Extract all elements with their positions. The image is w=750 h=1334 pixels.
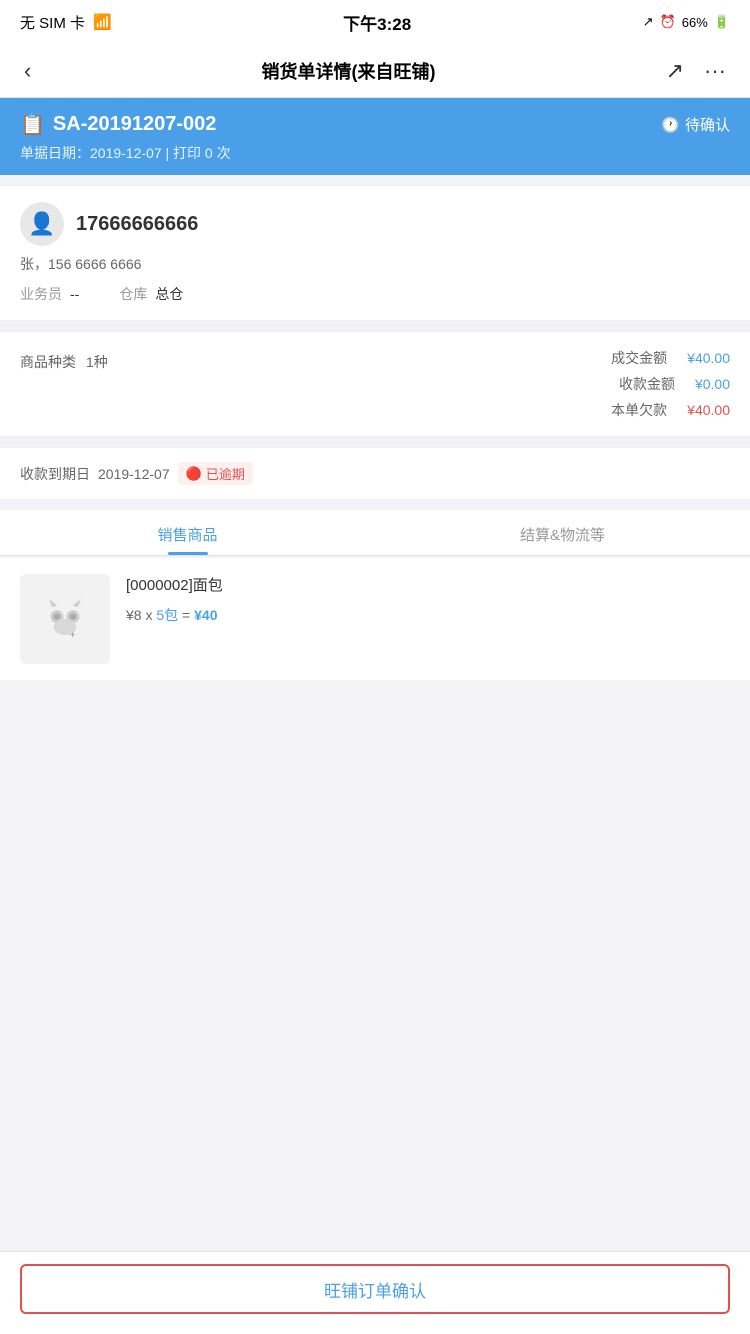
summary-right: 成交金额 ¥40.00 收款金额 ¥0.00 本单欠款 ¥40.00 (611, 348, 730, 420)
avatar-icon: 👤 (28, 211, 55, 237)
summary-left: 商品种类 1种 (20, 348, 108, 372)
salesman-meta: 业务员 -- (20, 284, 79, 304)
page-title: 销货单详情(来自旺铺) (39, 58, 657, 84)
price-text: ¥8 x (126, 607, 156, 623)
confirm-button-label: 旺铺订单确认 (324, 1277, 426, 1302)
customer-name: 张，156 6666 6666 (20, 254, 730, 274)
product-info: [0000002]面包 ¥8 x 5包 = ¥40 (126, 574, 730, 625)
deal-label: 成交金额 (611, 348, 667, 368)
product-image: + (20, 574, 110, 664)
order-icon: 📋 (20, 112, 45, 137)
warehouse-value: 总仓 (155, 284, 183, 304)
owed-value: ¥40.00 (687, 402, 730, 418)
tab-settlement-label: 结算&物流等 (520, 527, 605, 544)
alarm-icon: ⏰ (660, 14, 676, 30)
nav-right-icons: ↗ ··· (658, 50, 734, 92)
summary-row-owed: 本单欠款 ¥40.00 (611, 400, 730, 420)
owed-label: 本单欠款 (611, 400, 667, 420)
product-name: [0000002]面包 (126, 574, 730, 595)
due-section: 收款到期日 2019-12-07 🔴 已逾期 (0, 447, 750, 500)
order-banner-top: 📋 SA-20191207-002 🕐 待确认 (20, 112, 730, 137)
product-price: ¥8 x 5包 = ¥40 (126, 605, 730, 625)
status-right: ↗ ⏰ 66% 🔋 (643, 14, 730, 30)
confirm-btn-container: 旺铺订单确认 (0, 1251, 750, 1334)
summary-row-received: 收款金额 ¥0.00 (619, 374, 730, 394)
warehouse-meta: 仓库 总仓 (119, 284, 183, 304)
salesman-label: 业务员 (20, 284, 62, 304)
product-qty: 5包 (156, 607, 178, 623)
svg-text:+: + (70, 629, 76, 639)
received-value: ¥0.00 (695, 376, 730, 392)
confirm-button[interactable]: 旺铺订单确认 (20, 1264, 730, 1314)
overdue-text: 已逾期 (206, 464, 245, 483)
order-id: 📋 SA-20191207-002 (20, 112, 216, 137)
status-time: 下午3:28 (343, 10, 411, 35)
order-banner: 📋 SA-20191207-002 🕐 待确认 单据日期：2019-12-07 … (0, 98, 750, 175)
overdue-badge: 🔴 已逾期 (178, 462, 253, 485)
tab-settlement[interactable]: 结算&物流等 (375, 510, 750, 555)
status-bar: 无 SIM 卡 📶 下午3:28 ↗ ⏰ 66% 🔋 (0, 0, 750, 44)
location-icon: ↗ (643, 14, 654, 30)
status-clock-icon: 🕐 (661, 116, 680, 134)
deal-value: ¥40.00 (687, 350, 730, 366)
product-section: + [0000002]面包 ¥8 x 5包 = ¥40 (0, 558, 750, 680)
tab-products-label: 销售商品 (157, 527, 217, 544)
due-label: 收款到期日 (20, 464, 90, 484)
order-id-text: SA-20191207-002 (53, 113, 216, 136)
summary-row-deal: 成交金额 ¥40.00 (611, 348, 730, 368)
customer-phone: 17666666666 (76, 213, 198, 236)
status-left: 无 SIM 卡 📶 (20, 12, 112, 33)
more-button[interactable]: ··· (696, 50, 734, 92)
back-button[interactable]: ‹ (16, 50, 39, 92)
tabs-section: 销售商品 结算&物流等 (0, 510, 750, 556)
customer-meta: 业务员 -- 仓库 总仓 (20, 284, 730, 304)
share-button[interactable]: ↗ (658, 50, 692, 92)
order-date: 单据日期：2019-12-07 | 打印 0 次 (20, 143, 730, 163)
status-text: 待确认 (685, 114, 730, 135)
wifi-icon: 📶 (93, 13, 112, 31)
gray-area (0, 680, 750, 860)
due-date: 2019-12-07 (98, 466, 170, 482)
nav-bar: ‹ 销货单详情(来自旺铺) ↗ ··· (0, 44, 750, 98)
battery-label: 66% (682, 15, 708, 30)
battery-icon: 🔋 (714, 14, 730, 30)
salesman-value: -- (70, 286, 79, 302)
order-status: 🕐 待确认 (661, 114, 730, 135)
tab-products[interactable]: 销售商品 (0, 510, 375, 555)
customer-top: 👤 17666666666 (20, 202, 730, 246)
avatar: 👤 (20, 202, 64, 246)
warehouse-label: 仓库 (119, 284, 147, 304)
product-type-value: 1种 (86, 352, 108, 372)
overdue-icon: 🔴 (186, 466, 202, 482)
equals-text: = (178, 607, 194, 623)
carrier-label: 无 SIM 卡 (20, 12, 85, 33)
summary-section: 商品种类 1种 成交金额 ¥40.00 收款金额 ¥0.00 本单欠款 ¥40.… (0, 331, 750, 437)
product-type-label: 商品种类 (20, 352, 76, 372)
received-label: 收款金额 (619, 374, 675, 394)
customer-section: 👤 17666666666 张，156 6666 6666 业务员 -- 仓库 … (0, 185, 750, 321)
product-total: ¥40 (194, 607, 217, 623)
